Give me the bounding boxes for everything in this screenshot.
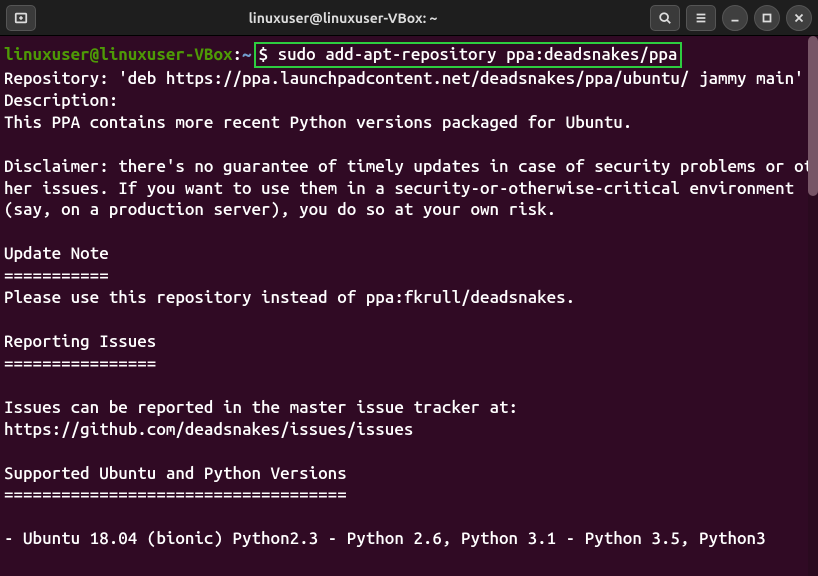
hamburger-icon xyxy=(694,11,708,25)
scrollbar-thumb[interactable] xyxy=(808,36,818,196)
output-line: =========== xyxy=(4,266,109,285)
maximize-button[interactable] xyxy=(754,5,780,31)
highlighted-command-box: $ sudo add-apt-repository ppa:deadsnakes… xyxy=(254,42,683,68)
scrollbar-track[interactable] xyxy=(808,36,818,576)
hamburger-menu-button[interactable] xyxy=(686,5,716,31)
output-line: Update Note xyxy=(4,244,109,263)
output-line: Description: xyxy=(4,91,118,110)
minimize-button[interactable] xyxy=(722,5,748,31)
output-line: https://github.com/deadsnakes/issues/iss… xyxy=(4,420,413,439)
new-tab-button[interactable] xyxy=(6,5,36,31)
prompt-user-host: linuxuser@linuxuser-VBox xyxy=(4,45,232,64)
output-line: ================ xyxy=(4,354,156,373)
output-line: - Ubuntu 18.04 (bionic) Python2.3 - Pyth… xyxy=(4,529,766,548)
maximize-icon xyxy=(760,11,774,25)
close-icon xyxy=(792,11,806,25)
command-text: sudo add-apt-repository ppa:deadsnakes/p… xyxy=(278,45,678,64)
window-title: linuxuser@linuxuser-VBox: ~ xyxy=(36,10,650,26)
output-line: ==================================== xyxy=(4,485,347,504)
output-line: Disclaimer: there's no guarantee of time… xyxy=(4,157,813,220)
output-line: Issues can be reported in the master iss… xyxy=(4,398,518,417)
prompt-colon: : xyxy=(232,45,242,64)
output-line: This PPA contains more recent Python ver… xyxy=(4,113,632,132)
window-titlebar: linuxuser@linuxuser-VBox: ~ xyxy=(0,0,818,36)
output-line: Repository: 'deb https://ppa.launchpadco… xyxy=(4,69,804,88)
close-button[interactable] xyxy=(786,5,812,31)
output-line: Supported Ubuntu and Python Versions xyxy=(4,464,347,483)
new-tab-icon xyxy=(14,11,28,25)
output-line: Please use this repository instead of pp… xyxy=(4,288,575,307)
terminal-output[interactable]: linuxuser@linuxuser-VBox:~$ sudo add-apt… xyxy=(0,36,818,552)
prompt-path: ~ xyxy=(242,45,252,64)
search-icon xyxy=(658,11,672,25)
minimize-icon xyxy=(728,11,742,25)
command-prefix: $ xyxy=(259,45,278,64)
output-line: Reporting Issues xyxy=(4,332,156,351)
search-button[interactable] xyxy=(650,5,680,31)
